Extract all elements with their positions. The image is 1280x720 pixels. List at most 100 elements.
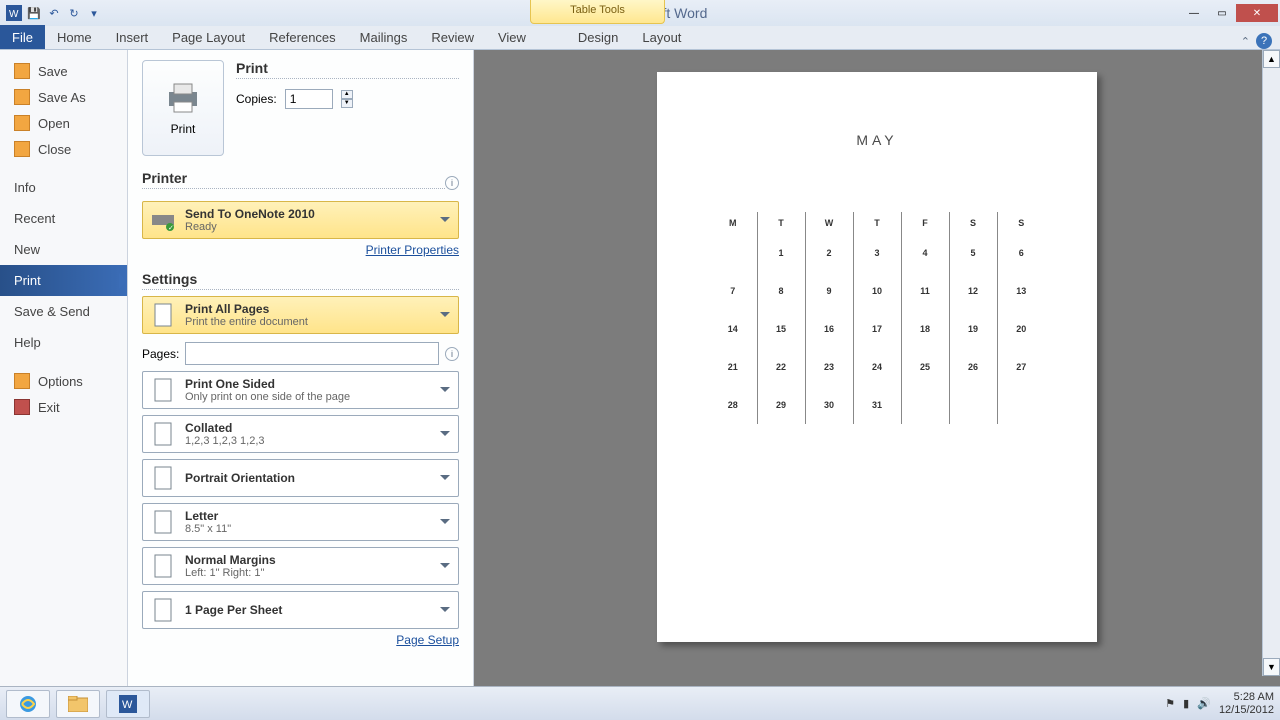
maximize-button[interactable]: ▭ — [1208, 4, 1236, 22]
save-icon[interactable]: 💾 — [26, 5, 42, 21]
sidebar-item-options[interactable]: Options — [0, 368, 127, 394]
sidebar-item-close[interactable]: Close — [0, 136, 127, 162]
sidebar-item-label: Help — [14, 335, 41, 350]
calendar-header: M — [709, 212, 757, 234]
sidebar-item-label: Close — [38, 142, 71, 157]
calendar-header: T — [757, 212, 805, 234]
tab-review[interactable]: Review — [419, 26, 486, 49]
print-button-label: Print — [171, 122, 196, 136]
calendar-cell: 1 — [757, 234, 805, 272]
calendar-cell: 21 — [709, 348, 757, 386]
setting-collated[interactable]: Collated1,2,3 1,2,3 1,2,3 — [142, 415, 459, 453]
calendar-cell: 9 — [805, 272, 853, 310]
minimize-button[interactable]: — — [1180, 4, 1208, 22]
setting-portrait-orientation[interactable]: Portrait Orientation — [142, 459, 459, 497]
calendar-header: S — [997, 212, 1045, 234]
sidebar-item-label: Open — [38, 116, 70, 131]
setting-subtitle: Only print on one side of the page — [185, 391, 432, 403]
sidebar-item-recent[interactable]: Recent — [0, 203, 127, 234]
svg-text:W: W — [122, 699, 133, 711]
print-pane: Print Print Copies: ▲▼ Printer i ✓ Send … — [128, 50, 474, 720]
help-icon[interactable]: ? — [1256, 33, 1272, 49]
pages-input[interactable] — [185, 342, 439, 365]
setting-letter[interactable]: Letter8.5" x 11" — [142, 503, 459, 541]
printer-heading: Printer — [142, 170, 445, 189]
printer-icon — [165, 80, 201, 116]
printer-selector[interactable]: ✓ Send To OneNote 2010 Ready — [142, 201, 459, 239]
tab-home[interactable]: Home — [45, 26, 104, 49]
preview-scrollbar[interactable]: ▲ ▼ — [1262, 50, 1280, 676]
sidebar-item-label: Recent — [14, 211, 55, 226]
scroll-up-icon[interactable]: ▲ — [1263, 50, 1280, 68]
chevron-down-icon — [440, 217, 450, 227]
calendar-cell — [709, 234, 757, 272]
page-setup-link[interactable]: Page Setup — [142, 633, 459, 647]
setting-subtitle: 1,2,3 1,2,3 1,2,3 — [185, 435, 432, 447]
word-taskbar-icon[interactable]: W — [106, 690, 150, 718]
setting-subtitle: 8.5" x 11" — [185, 523, 432, 535]
tray-flag-icon[interactable]: ⚑ — [1165, 697, 1175, 710]
sidebar-icon — [14, 115, 30, 131]
tab-page-layout[interactable]: Page Layout — [160, 26, 257, 49]
scroll-down-icon[interactable]: ▼ — [1263, 658, 1280, 676]
explorer-icon[interactable] — [56, 690, 100, 718]
redo-icon[interactable]: ↻ — [66, 5, 82, 21]
tab-view[interactable]: View — [486, 26, 538, 49]
copies-input[interactable] — [285, 89, 333, 109]
undo-icon[interactable]: ↶ — [46, 5, 62, 21]
ie-icon[interactable] — [6, 690, 50, 718]
sidebar-item-label: Options — [38, 374, 83, 389]
copies-down[interactable]: ▼ — [341, 99, 353, 108]
calendar-cell: 31 — [853, 386, 901, 424]
ribbon: File HomeInsertPage LayoutReferencesMail… — [0, 26, 1280, 50]
calendar-header: S — [949, 212, 997, 234]
sidebar-item-print[interactable]: Print — [0, 265, 127, 296]
setting-icon — [149, 596, 177, 624]
printer-properties-link[interactable]: Printer Properties — [142, 243, 459, 257]
setting-icon — [149, 376, 177, 404]
chevron-down-icon — [440, 475, 450, 485]
sidebar-item-save-send[interactable]: Save & Send — [0, 296, 127, 327]
print-button[interactable]: Print — [142, 60, 224, 156]
calendar-cell: 7 — [709, 272, 757, 310]
copies-up[interactable]: ▲ — [341, 90, 353, 99]
sidebar-item-save[interactable]: Save — [0, 58, 127, 84]
tab-references[interactable]: References — [257, 26, 347, 49]
calendar-cell: 14 — [709, 310, 757, 348]
printer-info-icon[interactable]: i — [445, 176, 459, 190]
calendar-table: MTWTFSS 12345678910111213141516171819202… — [709, 212, 1045, 424]
tab-insert[interactable]: Insert — [104, 26, 161, 49]
sidebar-item-save-as[interactable]: Save As — [0, 84, 127, 110]
setting-title: 1 Page Per Sheet — [185, 603, 432, 617]
setting-print-one-sided[interactable]: Print One SidedOnly print on one side of… — [142, 371, 459, 409]
sidebar-item-exit[interactable]: Exit — [0, 394, 127, 420]
sidebar-item-open[interactable]: Open — [0, 110, 127, 136]
close-button[interactable]: ✕ — [1236, 4, 1278, 22]
pages-label: Pages: — [142, 347, 179, 361]
calendar-cell: 25 — [901, 348, 949, 386]
calendar-cell: 15 — [757, 310, 805, 348]
tab-design[interactable]: Design — [566, 26, 630, 49]
tab-layout[interactable]: Layout — [630, 26, 693, 49]
print-heading: Print — [236, 60, 459, 79]
setting-title: Print All Pages — [185, 302, 432, 316]
setting-normal-margins[interactable]: Normal MarginsLeft: 1" Right: 1" — [142, 547, 459, 585]
file-tab[interactable]: File — [0, 25, 45, 49]
calendar-cell: 30 — [805, 386, 853, 424]
pages-info-icon[interactable]: i — [445, 347, 459, 361]
tray-network-icon[interactable]: ▮ — [1183, 697, 1189, 710]
sidebar-icon — [14, 63, 30, 79]
sidebar-item-new[interactable]: New — [0, 234, 127, 265]
tray-sound-icon[interactable]: 🔊 — [1197, 697, 1211, 710]
calendar-cell: 23 — [805, 348, 853, 386]
calendar-header: T — [853, 212, 901, 234]
calendar-cell: 8 — [757, 272, 805, 310]
tab-mailings[interactable]: Mailings — [348, 26, 420, 49]
setting-print-all-pages[interactable]: Print All PagesPrint the entire document — [142, 296, 459, 334]
sidebar-item-info[interactable]: Info — [0, 172, 127, 203]
sidebar-item-help[interactable]: Help — [0, 327, 127, 358]
ribbon-minimize-icon[interactable]: ⌃ — [1241, 35, 1250, 48]
qat-more-icon[interactable]: ▾ — [86, 5, 102, 21]
setting--page-per-sheet[interactable]: 1 Page Per Sheet — [142, 591, 459, 629]
chevron-down-icon — [440, 387, 450, 397]
